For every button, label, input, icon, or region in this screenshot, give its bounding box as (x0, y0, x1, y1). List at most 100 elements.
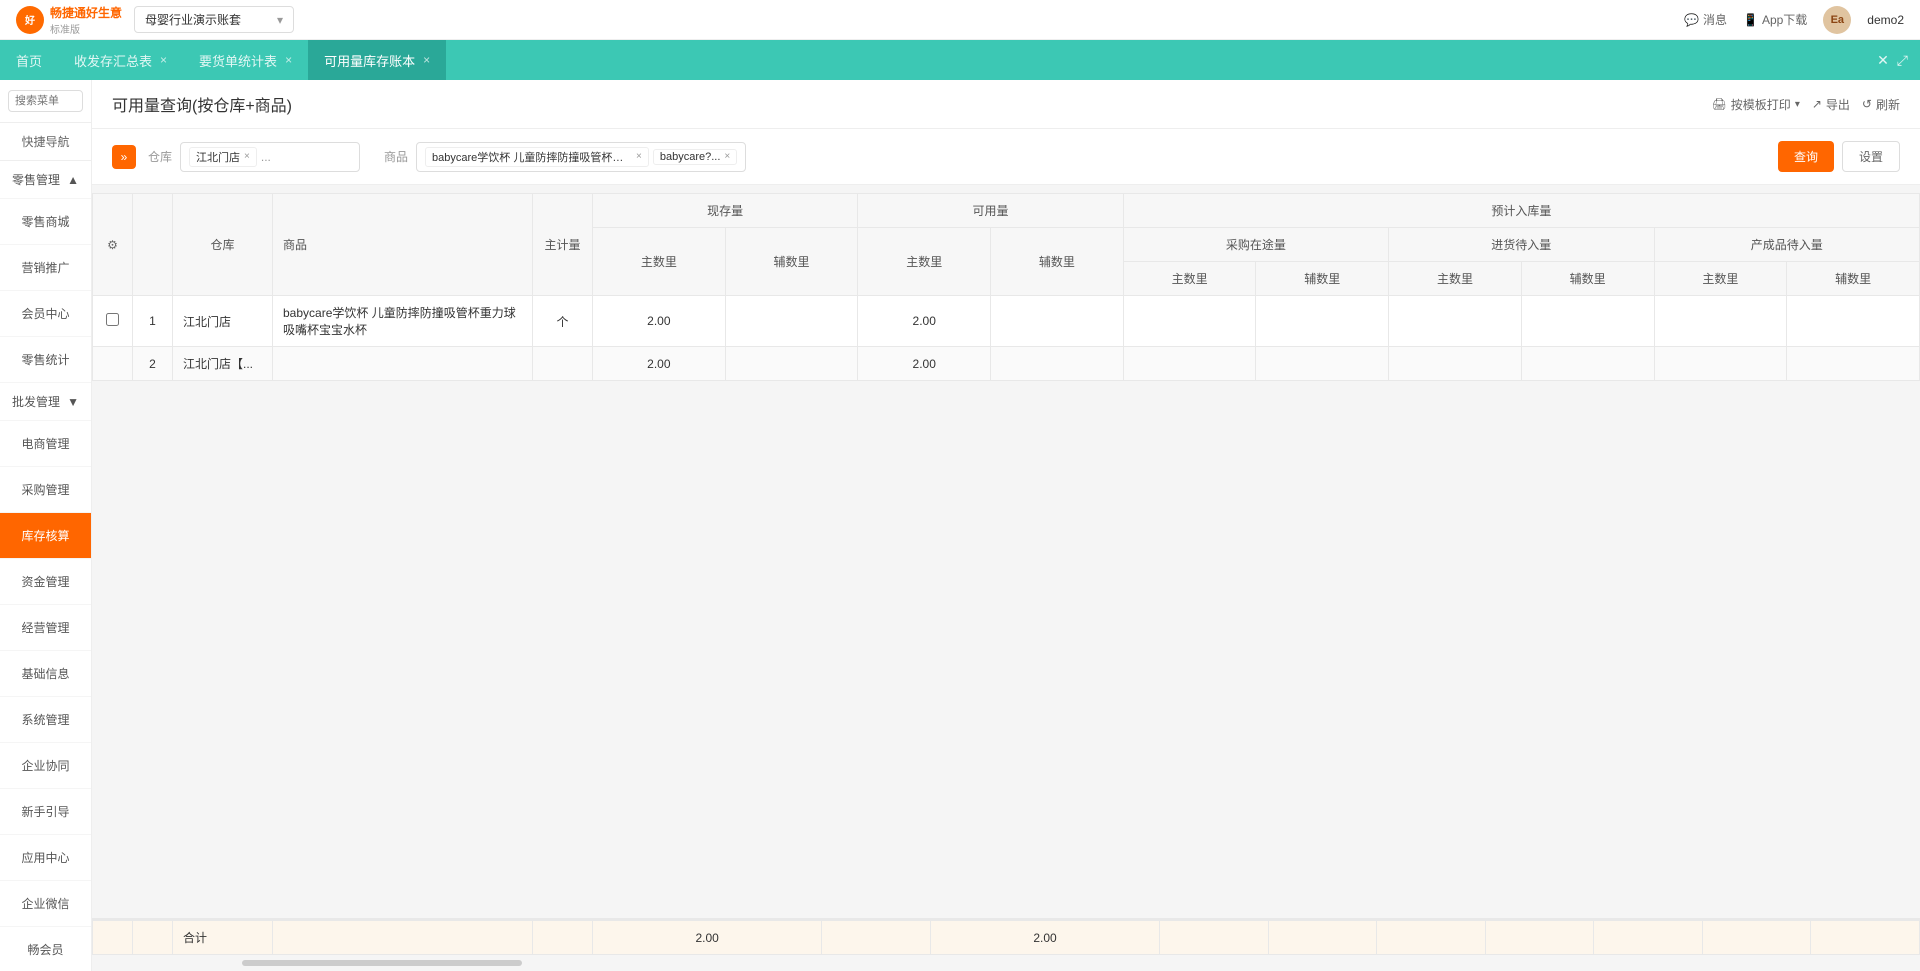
scrollbar-thumb[interactable] (242, 960, 522, 966)
summary-row: 合计 2.00 2.00 (93, 921, 1920, 955)
summary-avail-aux (1160, 921, 1269, 955)
refresh-btn[interactable]: ↺ 刷新 (1862, 96, 1900, 113)
tab-close-requisition-stats[interactable]: × (285, 53, 292, 67)
export-icon: ↗ (1812, 97, 1822, 111)
page-header: 可用量查询(按仓库+商品) 🖨 按模板打印 ▾ ↗ 导出 ↺ 刷新 (92, 80, 1920, 129)
summary-label: 合计 (173, 921, 273, 955)
tab-close-receipt-summary[interactable]: × (160, 53, 167, 67)
th-unit: 主计量 (533, 194, 593, 296)
sidebar: 快捷导航 零售管理 ▲ 零售商城 营销推广 会员中心 零售统计 批发管理 ▼ 电… (0, 80, 92, 971)
row2-checkbox (93, 347, 133, 381)
summary-transit-aux (1594, 921, 1703, 955)
sidebar-item-basic-info[interactable]: 基础信息 (0, 651, 91, 697)
sidebar-item-wholesale[interactable]: 批发管理 ▼ (0, 383, 91, 421)
th-goods: 商品 (273, 194, 533, 296)
sidebar-item-system[interactable]: 系统管理 (0, 697, 91, 743)
row1-avail-aux (991, 296, 1124, 347)
sidebar-item-zero-sales[interactable]: 零售管理 ▲ (0, 161, 91, 199)
expand-btn[interactable]: » (112, 145, 136, 169)
sidebar-item-finance[interactable]: 资金管理 (0, 559, 91, 605)
goods-tag1-close[interactable]: × (636, 151, 642, 162)
row1-purchase-aux (1256, 296, 1389, 347)
message-icon: 💬 (1684, 13, 1699, 27)
sidebar-item-corp-wechat[interactable]: 企业微信 (0, 881, 91, 927)
summary-avail-main: 2.00 (930, 921, 1159, 955)
warehouse-tag-close[interactable]: × (244, 151, 250, 162)
th-settings: ⚙ (93, 194, 133, 296)
query-btn[interactable]: 查询 (1778, 141, 1834, 172)
tab-available-ledger[interactable]: 可用量库存账本 × (308, 40, 446, 80)
tab-home[interactable]: 首页 (0, 40, 58, 80)
nav-window-actions: ✕ ⤢ (1865, 52, 1920, 69)
goods-filter-label: 商品 (384, 148, 408, 165)
row1-checkbox[interactable] (93, 296, 133, 347)
gear-icon[interactable]: ⚙ (107, 238, 118, 252)
sidebar-item-retail-stats[interactable]: 零售统计 (0, 337, 91, 383)
row2-transit-main (1389, 347, 1522, 381)
th-purchase-in-group: 采购在途量 (1123, 228, 1388, 262)
scrollbar-area[interactable] (92, 955, 1920, 971)
message-btn[interactable]: 💬 消息 (1684, 11, 1727, 28)
row2-production-aux (1787, 347, 1920, 381)
warehouse-selector[interactable]: 母婴行业演示账套 ▾ (134, 6, 294, 33)
row2-transit-aux (1521, 347, 1654, 381)
chevron-icon-wholesale: ▼ (67, 395, 79, 409)
sidebar-item-purchase[interactable]: 采购管理 (0, 467, 91, 513)
refresh-icon: ↺ (1862, 97, 1872, 111)
export-btn[interactable]: ↗ 导出 (1812, 96, 1850, 113)
sidebar-item-ecommerce[interactable]: 电商管理 (0, 421, 91, 467)
sidebar-item-vip-member[interactable]: 畅会员 (0, 927, 91, 971)
goods-tag2-close[interactable]: × (724, 151, 730, 162)
sidebar-nav-shortcut[interactable]: 快捷导航 (0, 123, 91, 161)
sidebar-item-newbie[interactable]: 新手引导 (0, 789, 91, 835)
row1-stock-aux (725, 296, 858, 347)
tab-close-available-ledger[interactable]: × (423, 53, 430, 67)
summary-empty2 (133, 921, 173, 955)
close-window-icon[interactable]: ✕ (1877, 52, 1889, 69)
th-stock-main: 主数里 (593, 228, 726, 296)
warehouse-filter-input[interactable]: 江北门店 × ... (180, 142, 360, 172)
row1-transit-aux (1521, 296, 1654, 347)
sidebar-item-app-center[interactable]: 应用中心 (0, 835, 91, 881)
row1-unit: 个 (533, 296, 593, 347)
chevron-down-icon: ▾ (277, 13, 283, 27)
warehouse-more[interactable]: ... (261, 150, 271, 164)
th-transit-in-group: 进货待入量 (1389, 228, 1654, 262)
summary-production-aux (1811, 921, 1920, 955)
row2-avail-aux (991, 347, 1124, 381)
sidebar-item-online-store[interactable]: 零售商城 (0, 199, 91, 245)
tab-receipt-summary[interactable]: 收发存汇总表 × (58, 40, 183, 80)
row2-no: 2 (133, 347, 173, 381)
goods-filter-input[interactable]: babycare学饮杯 儿童防摔防撞吸管杯重力球吸嘴杯宝宝水杯 × babyca… (416, 142, 746, 172)
sidebar-item-members[interactable]: 会员中心 (0, 291, 91, 337)
table-row: 2 江北门店【... 2.00 2.00 (93, 347, 1920, 381)
main-content: 可用量查询(按仓库+商品) 🖨 按模板打印 ▾ ↗ 导出 ↺ 刷新 (92, 80, 1920, 971)
avatar[interactable]: Ea (1823, 6, 1851, 34)
template-print-btn[interactable]: 🖨 按模板打印 ▾ (1712, 96, 1800, 113)
th-warehouse: 仓库 (173, 194, 273, 296)
maximize-icon[interactable]: ⤢ (1897, 52, 1908, 69)
settings-btn[interactable]: 设置 (1842, 141, 1900, 172)
sidebar-item-enterprise[interactable]: 企业协同 (0, 743, 91, 789)
row1-production-aux (1787, 296, 1920, 347)
summary-unit (533, 921, 593, 955)
th-avail-aux: 辅数里 (991, 228, 1124, 296)
row2-stock-main: 2.00 (593, 347, 726, 381)
app-download-btn[interactable]: 📱 App下载 (1743, 11, 1807, 28)
row2-warehouse: 江北门店【... (173, 347, 273, 381)
summary-table: 合计 2.00 2.00 (92, 920, 1920, 955)
print-icon: 🖨 (1712, 97, 1727, 111)
table-container: ⚙ 仓库 商品 主计量 现存量 可用量 预计入库量 主数里 辅数里 主数里 (92, 193, 1920, 381)
logo-icon: 好 (16, 6, 44, 34)
tab-requisition-stats[interactable]: 要货单统计表 × (183, 40, 308, 80)
row2-avail-main: 2.00 (858, 347, 991, 381)
th-transit-in-aux: 辅数里 (1521, 262, 1654, 296)
sidebar-item-operations[interactable]: 经营管理 (0, 605, 91, 651)
row2-goods (273, 347, 533, 381)
row1-production-main (1654, 296, 1787, 347)
sidebar-item-inventory[interactable]: 库存核算 (0, 513, 91, 559)
summary-empty1 (93, 921, 133, 955)
sidebar-item-marketing[interactable]: 营销推广 (0, 245, 91, 291)
search-input[interactable] (8, 90, 83, 112)
page-title: 可用量查询(按仓库+商品) (112, 92, 292, 116)
